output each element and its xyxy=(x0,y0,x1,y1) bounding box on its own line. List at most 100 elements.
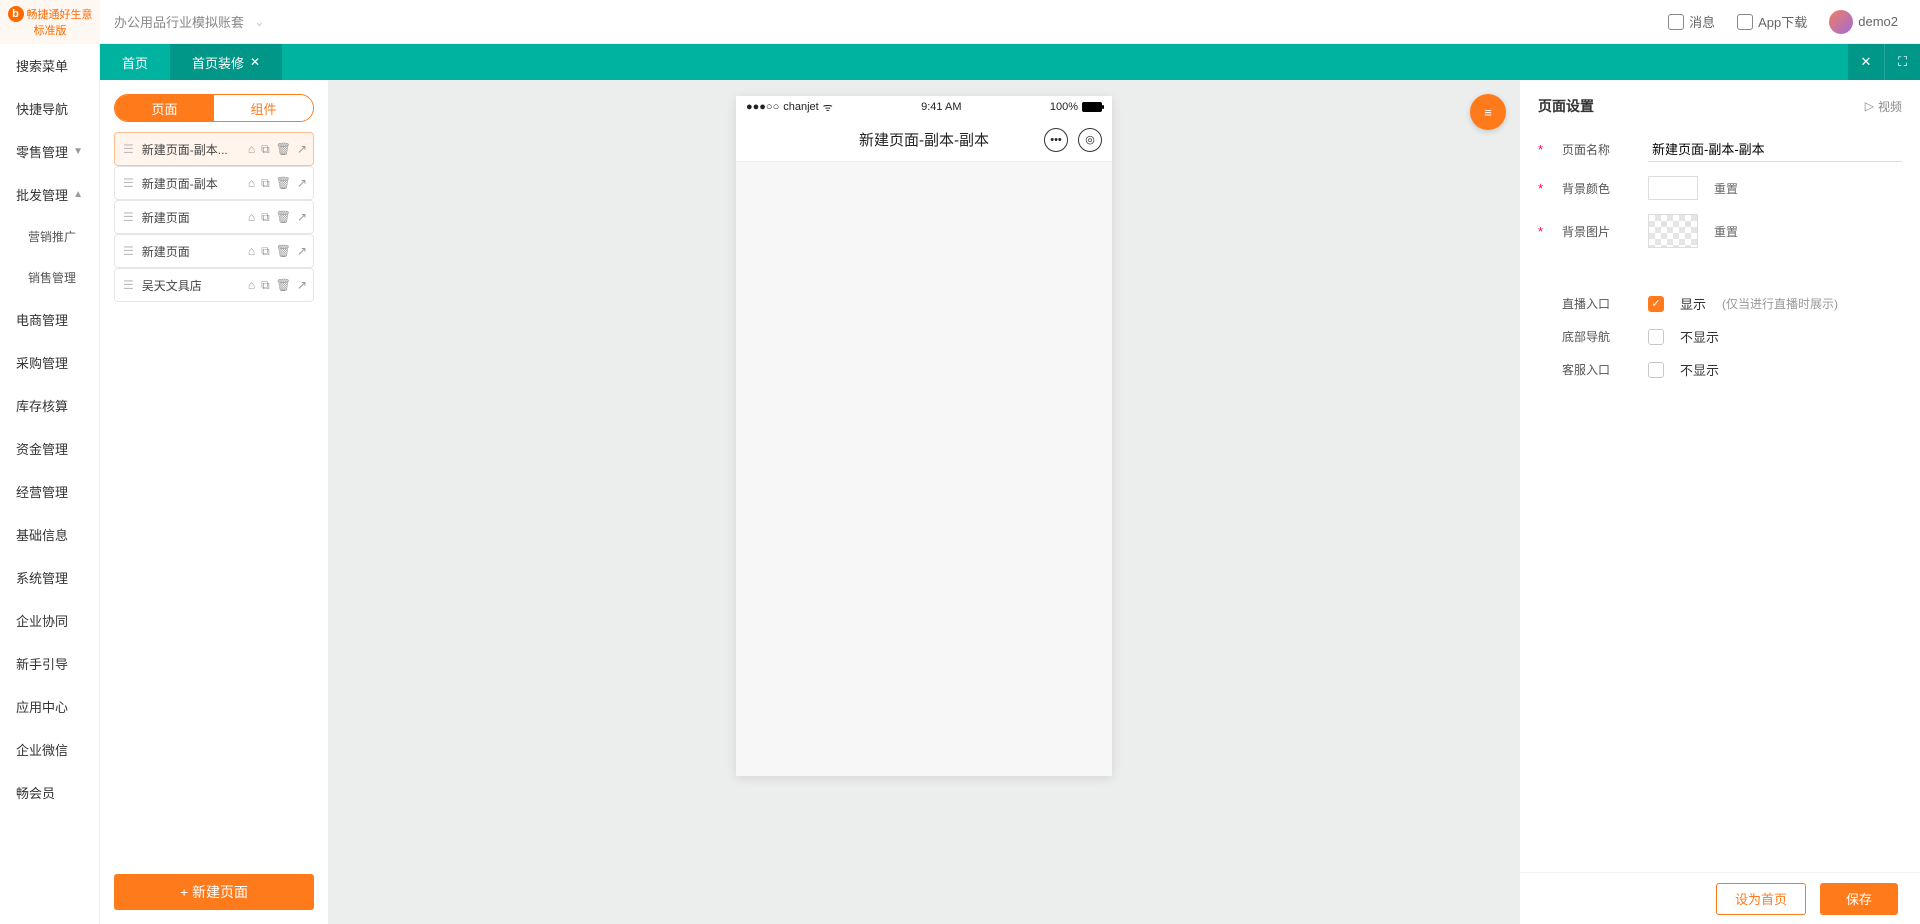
sidebar-item[interactable]: 搜索菜单 xyxy=(0,44,99,87)
copy-icon[interactable]: ⧉ xyxy=(261,142,270,157)
set-home-button[interactable]: 设为首页 xyxy=(1716,883,1806,915)
bottom-nav-label: 底部导航 xyxy=(1562,328,1632,345)
share-icon[interactable]: ↗ xyxy=(297,278,307,293)
main-area: 页面 组件 ☰新建页面-副本...⌂⧉🗑↗☰新建页面-副本⌂⧉🗑↗☰新建页面⌂⧉… xyxy=(100,80,1920,924)
sidebar-subitem[interactable]: 销售管理 xyxy=(0,257,99,298)
left-sidebar: 搜索菜单快捷导航零售管理▼批发管理▲营销推广销售管理电商管理采购管理库存核算资金… xyxy=(0,44,100,924)
bg-image-reset[interactable]: 重置 xyxy=(1714,223,1738,240)
bg-color-label: 背景颜色 xyxy=(1562,180,1632,197)
video-help-link[interactable]: ▷视频 xyxy=(1865,98,1902,115)
copy-icon[interactable]: ⧉ xyxy=(261,278,270,293)
drag-icon[interactable]: ☰ xyxy=(123,210,134,224)
sidebar-subitem[interactable]: 营销推广 xyxy=(0,216,99,257)
sidebar-item[interactable]: 采购管理 xyxy=(0,341,99,384)
drag-icon[interactable]: ☰ xyxy=(123,278,134,292)
sidebar-item[interactable]: 资金管理 xyxy=(0,427,99,470)
home-icon[interactable]: ⌂ xyxy=(248,244,255,259)
chevron-down-icon: ⌄ xyxy=(254,14,265,30)
sidebar-item[interactable]: 电商管理 xyxy=(0,298,99,341)
bg-image-picker[interactable] xyxy=(1648,214,1698,248)
delete-icon[interactable]: 🗑 xyxy=(276,244,291,259)
delete-icon[interactable]: 🗑 xyxy=(276,210,291,225)
sidebar-item[interactable]: 企业微信 xyxy=(0,728,99,771)
status-bar: ●●●○○chanjetᯤ 9:41 AM 100% xyxy=(736,96,1112,118)
message-icon xyxy=(1668,14,1684,30)
page-row[interactable]: ☰新建页面-副本...⌂⧉🗑↗ xyxy=(114,132,314,166)
page-row[interactable]: ☰ 吴天文具店 ⌂ ⧉ 🗑 ↗ xyxy=(114,268,314,302)
messages-link[interactable]: 消息 xyxy=(1668,12,1715,31)
account-name: 办公用品行业模拟账套 xyxy=(114,12,244,31)
delete-icon[interactable]: 🗑 xyxy=(276,278,291,293)
drag-icon[interactable]: ☰ xyxy=(123,244,134,258)
toggle-components-button[interactable]: ≡ xyxy=(1470,94,1506,130)
home-icon[interactable]: ⌂ xyxy=(248,210,255,225)
tab-close-button[interactable]: ✕ xyxy=(1848,44,1884,80)
save-button[interactable]: 保存 xyxy=(1820,883,1898,915)
page-name-label: 页面名称 xyxy=(1562,141,1632,158)
page-row[interactable]: ☰新建页面⌂⧉🗑↗ xyxy=(114,200,314,234)
sidebar-item[interactable]: 库存核算 xyxy=(0,384,99,427)
delete-icon[interactable]: 🗑 xyxy=(276,142,291,157)
account-selector[interactable]: 办公用品行业模拟账套 ⌄ xyxy=(100,12,350,31)
sidebar-item[interactable]: 批发管理▲ xyxy=(0,173,99,216)
sidebar-item[interactable]: 经营管理 xyxy=(0,470,99,513)
app-download-link[interactable]: App下载 xyxy=(1737,12,1807,31)
sidebar-item[interactable]: 应用中心 xyxy=(0,685,99,728)
share-icon[interactable]: ↗ xyxy=(297,142,307,157)
home-icon[interactable]: ⌂ xyxy=(248,142,255,157)
sidebar-item[interactable]: 零售管理▼ xyxy=(0,130,99,173)
drag-icon[interactable]: ☰ xyxy=(123,176,134,190)
live-show-checkbox[interactable]: ✓ xyxy=(1648,296,1664,312)
copy-icon[interactable]: ⧉ xyxy=(261,176,270,191)
user-menu[interactable]: demo2 xyxy=(1829,10,1898,34)
page-row[interactable]: ☰新建页面-副本⌂⧉🗑↗ xyxy=(114,166,314,200)
mini-menu-icon[interactable]: ••• xyxy=(1044,128,1068,152)
signal-icon: ●●●○○ xyxy=(746,101,779,113)
tab[interactable]: 首页装修✕ xyxy=(170,44,282,80)
fullscreen-button[interactable]: ⛶ xyxy=(1884,44,1920,80)
segment-page[interactable]: 页面 xyxy=(115,95,214,121)
brand-edition: 标准版 xyxy=(34,22,67,38)
page-name: 吴天文具店 xyxy=(142,277,240,294)
page-row[interactable]: ☰新建页面⌂⧉🗑↗ xyxy=(114,234,314,268)
mini-close-icon[interactable]: ◎ xyxy=(1078,128,1102,152)
bg-color-swatch[interactable] xyxy=(1648,176,1698,200)
bottom-nav-text: 不显示 xyxy=(1680,327,1719,346)
device-body[interactable] xyxy=(736,162,1112,776)
close-icon[interactable]: ✕ xyxy=(250,55,260,69)
share-icon[interactable]: ↗ xyxy=(297,244,307,259)
play-icon: ▷ xyxy=(1865,99,1874,113)
home-icon[interactable]: ⌂ xyxy=(248,176,255,191)
drag-icon[interactable]: ☰ xyxy=(123,142,134,156)
settings-panel: 页面设置 ▷视频 *页面名称 *背景颜色 重置 *背景图片 重置 *直播入口 ✓… xyxy=(1520,80,1920,924)
copy-icon[interactable]: ⧉ xyxy=(261,244,270,259)
brand-logo[interactable]: b畅捷通好生意 标准版 xyxy=(0,0,100,44)
live-entry-label: 直播入口 xyxy=(1562,295,1632,312)
canvas: ≡ ●●●○○chanjetᯤ 9:41 AM 100% 新建页面-副本-副本 … xyxy=(328,80,1520,924)
copy-icon[interactable]: ⧉ xyxy=(261,210,270,225)
delete-icon[interactable]: 🗑 xyxy=(276,176,291,191)
bottom-nav-checkbox[interactable] xyxy=(1648,329,1664,345)
device-title: 新建页面-副本-副本 xyxy=(859,129,989,150)
service-text: 不显示 xyxy=(1680,360,1719,379)
share-icon[interactable]: ↗ xyxy=(297,176,307,191)
sidebar-item[interactable]: 新手引导 xyxy=(0,642,99,685)
new-page-button[interactable]: + 新建页面 xyxy=(114,874,314,910)
bg-color-reset[interactable]: 重置 xyxy=(1714,180,1738,197)
share-icon[interactable]: ↗ xyxy=(297,210,307,225)
segment-component[interactable]: 组件 xyxy=(214,95,313,121)
battery-icon xyxy=(1082,102,1102,112)
top-header: b畅捷通好生意 标准版 办公用品行业模拟账套 ⌄ 消息 App下载 demo2 xyxy=(0,0,1920,44)
live-hint: (仅当进行直播时展示) xyxy=(1722,295,1838,312)
sidebar-item[interactable]: 快捷导航 xyxy=(0,87,99,130)
service-checkbox[interactable] xyxy=(1648,362,1664,378)
sidebar-item[interactable]: 企业协同 xyxy=(0,599,99,642)
sidebar-item[interactable]: 基础信息 xyxy=(0,513,99,556)
tab[interactable]: 首页 xyxy=(100,44,170,80)
page-name-input[interactable] xyxy=(1648,136,1902,162)
home-icon[interactable]: ⌂ xyxy=(248,278,255,293)
sidebar-item[interactable]: 系统管理 xyxy=(0,556,99,599)
sidebar-item[interactable]: 畅会员 xyxy=(0,771,99,814)
wifi-icon: ᯤ xyxy=(823,100,833,115)
brand-text: 畅捷通好生意 xyxy=(27,6,93,22)
